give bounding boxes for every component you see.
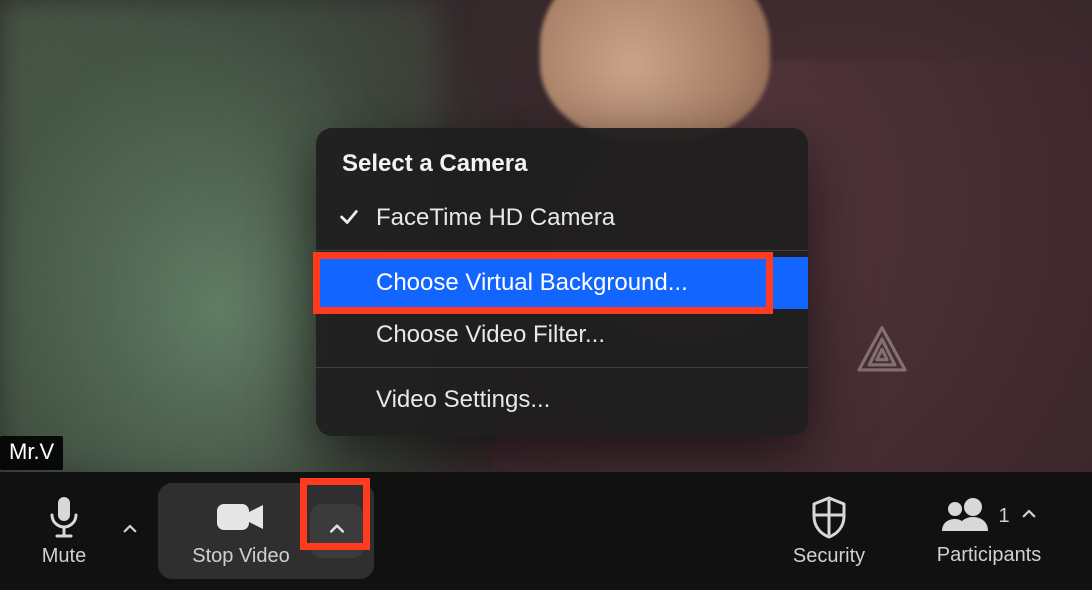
- menu-item-label: Video Settings...: [376, 386, 550, 413]
- stop-video-button[interactable]: Stop Video: [180, 483, 310, 579]
- video-options-menu: Select a Camera FaceTime HD Camera Choos…: [316, 128, 808, 436]
- participants-icon: [940, 495, 992, 538]
- mute-options-caret[interactable]: [112, 520, 148, 543]
- chevron-up-icon: [327, 519, 347, 544]
- menu-item-video-filter[interactable]: Choose Video Filter...: [316, 309, 808, 361]
- menu-item-camera[interactable]: FaceTime HD Camera: [316, 192, 808, 244]
- chevron-up-icon: [1020, 505, 1038, 528]
- mute-button[interactable]: Mute: [16, 472, 112, 590]
- menu-item-label: Choose Video Filter...: [376, 321, 605, 348]
- menu-item-label: FaceTime HD Camera: [376, 204, 615, 231]
- menu-item-label: Choose Virtual Background...: [376, 269, 688, 296]
- video-options-caret[interactable]: [310, 504, 364, 558]
- meeting-toolbar: Mute Stop Video: [0, 472, 1092, 590]
- video-button-group: Stop Video: [158, 483, 374, 579]
- menu-item-virtual-background[interactable]: Choose Virtual Background...: [316, 257, 808, 309]
- shield-icon: [809, 495, 849, 539]
- shirt-logo-icon: [850, 320, 914, 384]
- participants-button[interactable]: 1 Participants: [894, 472, 1084, 590]
- participants-label: Participants: [937, 544, 1042, 567]
- video-stage: Mr.V Select a Camera FaceTime HD Camera …: [0, 0, 1092, 590]
- chevron-up-icon: [121, 520, 139, 543]
- menu-separator: [316, 250, 808, 251]
- participant-name: Mr.V: [9, 439, 54, 464]
- security-button[interactable]: Security: [764, 472, 894, 590]
- security-label: Security: [793, 545, 865, 568]
- check-icon: [338, 206, 360, 228]
- menu-item-video-settings[interactable]: Video Settings...: [316, 374, 808, 426]
- stop-video-label: Stop Video: [192, 545, 290, 568]
- menu-header: Select a Camera: [316, 142, 808, 192]
- video-camera-icon: [215, 495, 267, 539]
- participant-name-chip: Mr.V: [0, 436, 63, 470]
- menu-separator: [316, 367, 808, 368]
- mute-label: Mute: [42, 545, 86, 568]
- participant-count: 1: [998, 505, 1009, 528]
- participant-skin: [540, 0, 770, 140]
- microphone-icon: [47, 495, 81, 539]
